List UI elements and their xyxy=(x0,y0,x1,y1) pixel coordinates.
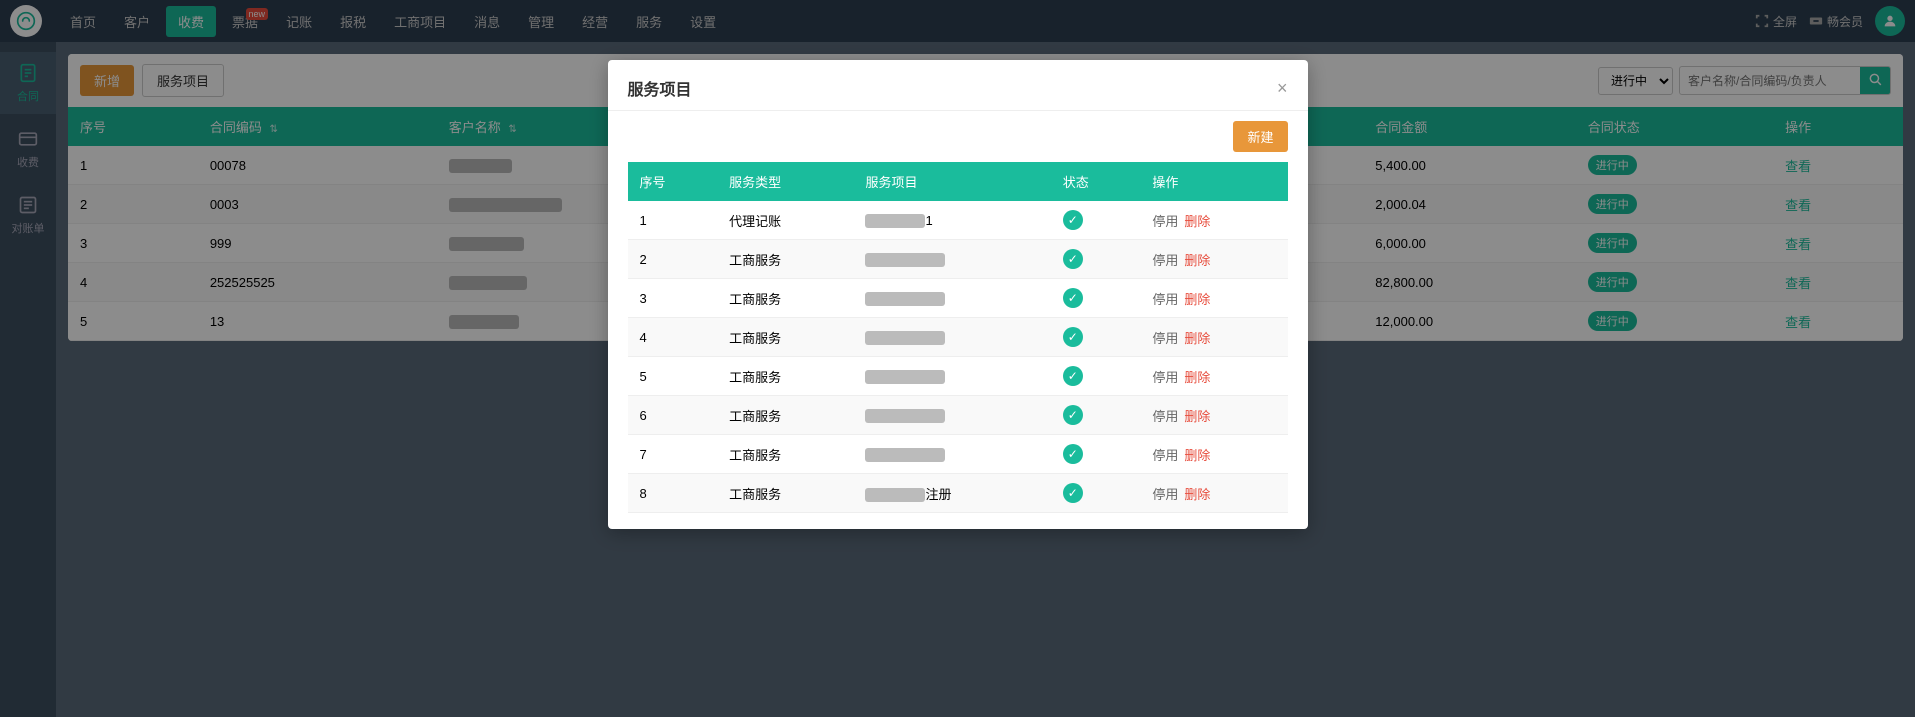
service-item-text xyxy=(865,370,945,384)
modal-cell-action: 停用 删除 xyxy=(1140,318,1287,357)
modal-cell-action: 停用 删除 xyxy=(1140,279,1287,318)
modal-table-row: 6 工商服务 ✓ 停用 删除 xyxy=(628,396,1288,435)
modal-cell-status: ✓ xyxy=(1051,474,1141,513)
modal-cell-seq: 8 xyxy=(628,474,718,513)
service-table: 序号 服务类型 服务项目 状态 操作 1 代理记账 1 ✓ 停用 删除 xyxy=(628,162,1288,513)
modal-cell-type: 工商服务 xyxy=(717,357,853,396)
modal-overlay: 服务项目 × 新建 序号 服务类型 服务项目 状态 操作 xyxy=(0,0,1915,717)
modal-cell-seq: 1 xyxy=(628,201,718,240)
modal-th-item: 服务项目 xyxy=(853,162,1050,201)
modal-cell-type: 工商服务 xyxy=(717,396,853,435)
modal-table-row: 2 工商服务 ✓ 停用 删除 xyxy=(628,240,1288,279)
modal-th-seq: 序号 xyxy=(628,162,718,201)
stop-button[interactable]: 停用 xyxy=(1152,406,1178,425)
delete-button[interactable]: 删除 xyxy=(1184,328,1210,347)
modal-title: 服务项目 xyxy=(628,76,692,100)
modal-cell-action: 停用 删除 xyxy=(1140,357,1287,396)
modal-cell-seq: 4 xyxy=(628,318,718,357)
stop-button[interactable]: 停用 xyxy=(1152,211,1178,230)
modal-table-row: 5 工商服务 ✓ 停用 删除 xyxy=(628,357,1288,396)
modal-th-action: 操作 xyxy=(1140,162,1287,201)
modal-cell-status: ✓ xyxy=(1051,435,1141,474)
modal-cell-item: 注册 xyxy=(853,474,1050,513)
modal-cell-type: 工商服务 xyxy=(717,240,853,279)
modal-cell-item xyxy=(853,357,1050,396)
modal-cell-status: ✓ xyxy=(1051,396,1141,435)
delete-button[interactable]: 删除 xyxy=(1184,250,1210,269)
modal-cell-action: 停用 删除 xyxy=(1140,201,1287,240)
service-item-text xyxy=(865,448,945,462)
modal-cell-type: 工商服务 xyxy=(717,435,853,474)
modal-table-wrap[interactable]: 序号 服务类型 服务项目 状态 操作 1 代理记账 1 ✓ 停用 删除 xyxy=(628,162,1288,513)
stop-button[interactable]: 停用 xyxy=(1152,328,1178,347)
stop-button[interactable]: 停用 xyxy=(1152,250,1178,269)
delete-button[interactable]: 删除 xyxy=(1184,406,1210,425)
new-service-button[interactable]: 新建 xyxy=(1233,121,1287,152)
modal-cell-type: 工商服务 xyxy=(717,318,853,357)
modal-cell-item xyxy=(853,318,1050,357)
modal-cell-seq: 5 xyxy=(628,357,718,396)
modal-cell-type: 工商服务 xyxy=(717,279,853,318)
modal-cell-status: ✓ xyxy=(1051,240,1141,279)
modal-table-row: 8 工商服务 注册 ✓ 停用 删除 xyxy=(628,474,1288,513)
service-item-text xyxy=(865,292,945,306)
modal-cell-item xyxy=(853,279,1050,318)
service-item-text xyxy=(865,214,925,228)
modal-cell-status: ✓ xyxy=(1051,357,1141,396)
stop-button[interactable]: 停用 xyxy=(1152,289,1178,308)
modal-cell-seq: 6 xyxy=(628,396,718,435)
modal-cell-seq: 2 xyxy=(628,240,718,279)
modal-close-button[interactable]: × xyxy=(1277,79,1288,97)
modal-cell-action: 停用 删除 xyxy=(1140,240,1287,279)
service-item-text xyxy=(865,409,945,423)
modal-cell-status: ✓ xyxy=(1051,201,1141,240)
stop-button[interactable]: 停用 xyxy=(1152,484,1178,503)
stop-button[interactable]: 停用 xyxy=(1152,445,1178,464)
modal-cell-action: 停用 删除 xyxy=(1140,474,1287,513)
service-item-text xyxy=(865,488,925,502)
modal-cell-item: 1 xyxy=(853,201,1050,240)
delete-button[interactable]: 删除 xyxy=(1184,211,1210,230)
modal-body: 新建 序号 服务类型 服务项目 状态 操作 1 代理记账 1 xyxy=(608,111,1308,529)
modal-cell-seq: 7 xyxy=(628,435,718,474)
modal-cell-type: 工商服务 xyxy=(717,474,853,513)
delete-button[interactable]: 删除 xyxy=(1184,445,1210,464)
modal-cell-seq: 3 xyxy=(628,279,718,318)
modal-table-row: 3 工商服务 ✓ 停用 删除 xyxy=(628,279,1288,318)
delete-button[interactable]: 删除 xyxy=(1184,367,1210,386)
service-modal: 服务项目 × 新建 序号 服务类型 服务项目 状态 操作 xyxy=(608,60,1308,529)
modal-cell-item xyxy=(853,240,1050,279)
service-item-text xyxy=(865,253,945,267)
modal-cell-action: 停用 删除 xyxy=(1140,396,1287,435)
modal-toolbar: 新建 xyxy=(628,121,1288,152)
modal-cell-status: ✓ xyxy=(1051,279,1141,318)
modal-header: 服务项目 × xyxy=(608,60,1308,111)
delete-button[interactable]: 删除 xyxy=(1184,484,1210,503)
modal-th-status: 状态 xyxy=(1051,162,1141,201)
modal-cell-action: 停用 删除 xyxy=(1140,435,1287,474)
modal-table-row: 7 工商服务 ✓ 停用 删除 xyxy=(628,435,1288,474)
modal-cell-status: ✓ xyxy=(1051,318,1141,357)
service-item-text xyxy=(865,331,945,345)
modal-table-row: 4 工商服务 ✓ 停用 删除 xyxy=(628,318,1288,357)
modal-table-row: 1 代理记账 1 ✓ 停用 删除 xyxy=(628,201,1288,240)
modal-th-type: 服务类型 xyxy=(717,162,853,201)
delete-button[interactable]: 删除 xyxy=(1184,289,1210,308)
modal-cell-item xyxy=(853,396,1050,435)
modal-cell-type: 代理记账 xyxy=(717,201,853,240)
modal-cell-item xyxy=(853,435,1050,474)
stop-button[interactable]: 停用 xyxy=(1152,367,1178,386)
